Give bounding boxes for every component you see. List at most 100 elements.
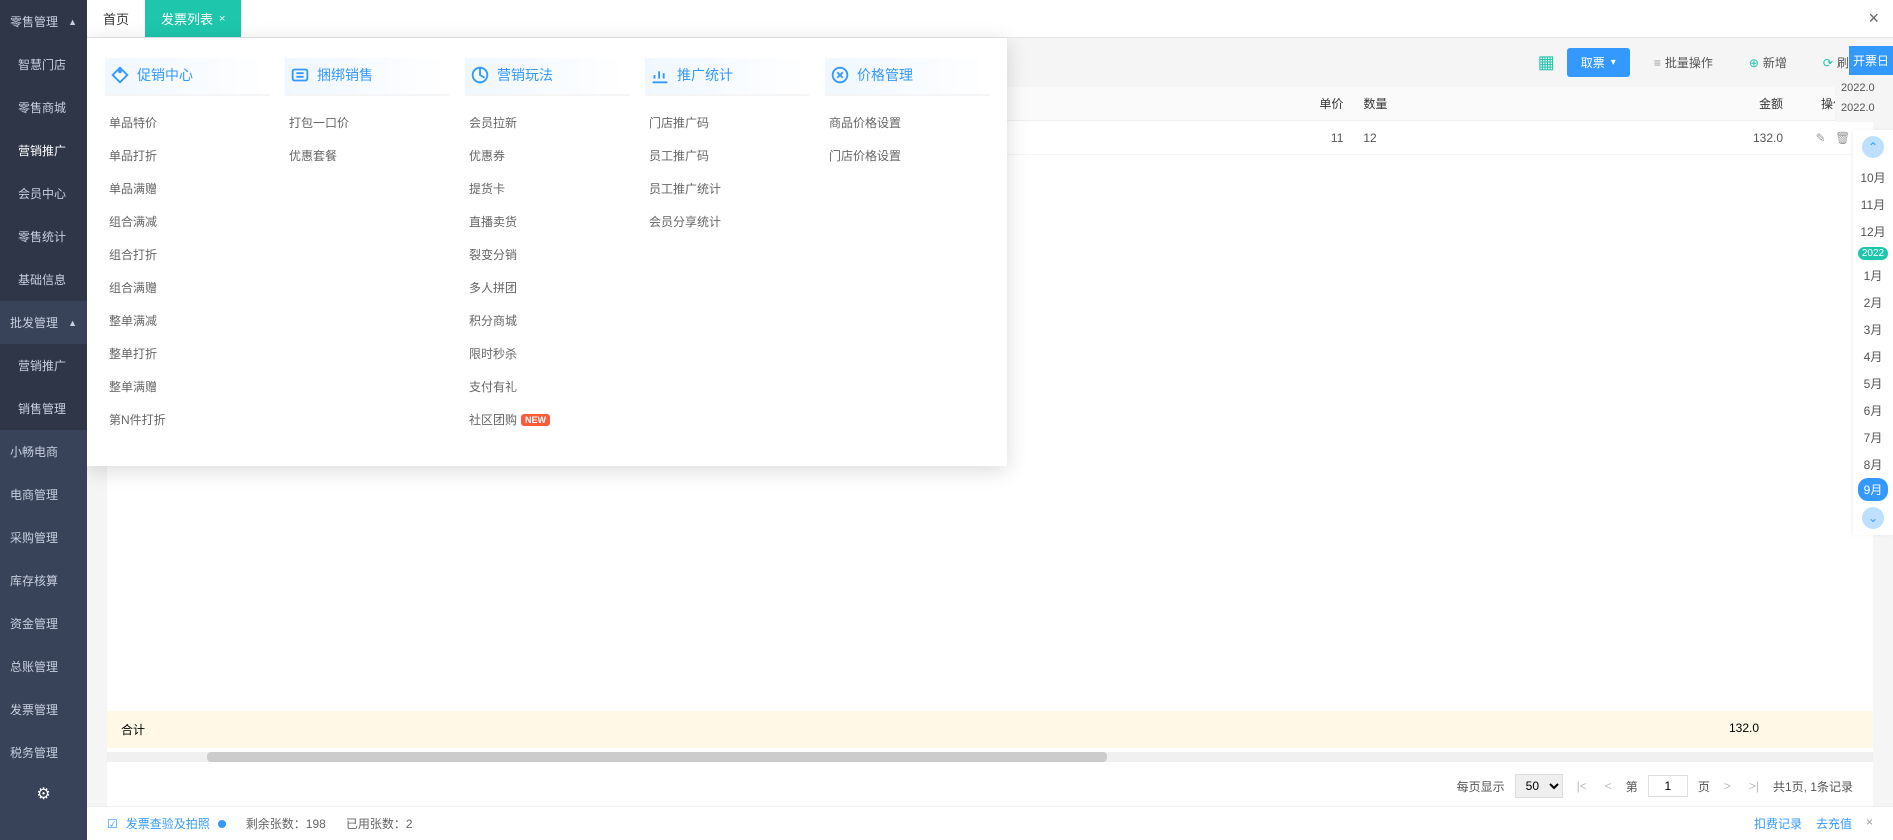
sidebar-group-funds[interactable]: 资金管理 <box>0 602 87 645</box>
mega-item[interactable]: 组合满赠 <box>105 271 269 304</box>
sidebar-group-ecommerce2[interactable]: 电商管理 <box>0 473 87 516</box>
close-icon[interactable]: × <box>219 13 225 25</box>
mega-item[interactable]: 优惠套餐 <box>285 139 449 172</box>
scroll-up-icon[interactable]: ⌃ <box>1862 136 1884 158</box>
mega-item[interactable]: 组合满减 <box>105 205 269 238</box>
chevron-down-icon: ▾ <box>1611 57 1616 68</box>
year-badge: 2022 <box>1858 247 1888 260</box>
sidebar-item-marketing[interactable]: 营销推广 <box>0 129 87 172</box>
add-button[interactable]: ⊕新增 <box>1737 49 1799 76</box>
per-page-select[interactable]: 50 <box>1515 774 1563 798</box>
tab-home[interactable]: 首页 <box>87 0 145 37</box>
mega-item[interactable]: 员工推广统计 <box>645 172 809 205</box>
month-item[interactable]: 5月 <box>1864 370 1883 397</box>
mega-item[interactable]: 限时秒杀 <box>465 337 629 370</box>
sidebar-group-tax[interactable]: 税务管理 <box>0 731 87 774</box>
mega-item[interactable]: 门店推广码 <box>645 106 809 139</box>
verify-link[interactable]: ☑ 发票查验及拍照 <box>107 815 226 832</box>
tab-invoice-list[interactable]: 发票列表× <box>145 0 241 37</box>
bulk-button[interactable]: ≡批量操作 <box>1642 49 1725 76</box>
recharge-link[interactable]: 去充值 <box>1816 815 1852 832</box>
page-input[interactable] <box>1648 775 1688 797</box>
date-option[interactable]: 2022.0 <box>1835 78 1893 98</box>
mega-header-stats: 推广统计 <box>645 58 809 96</box>
mega-item[interactable]: 打包一口价 <box>285 106 449 139</box>
summary-label: 合计 <box>121 721 221 738</box>
invoice-date-button[interactable]: 开票日 <box>1849 46 1893 75</box>
page-total: 共1页, 1条记录 <box>1773 778 1853 795</box>
month-item[interactable]: 11月 <box>1861 191 1885 218</box>
footer-close-icon[interactable]: × <box>1866 815 1873 832</box>
first-page-icon[interactable]: |< <box>1573 779 1591 793</box>
mega-item[interactable]: 单品打折 <box>105 139 269 172</box>
horizontal-scrollbar[interactable] <box>107 752 1873 762</box>
remain-count: 剩余张数：198 <box>246 815 326 832</box>
mega-item[interactable]: 整单满减 <box>105 304 269 337</box>
delete-icon[interactable]: 🗑 <box>1835 131 1850 145</box>
scroll-down-icon[interactable]: ⌄ <box>1862 507 1884 529</box>
sidebar-item-retail-mall[interactable]: 零售商城 <box>0 86 87 129</box>
sidebar-group-wholesale[interactable]: 批发管理▲ <box>0 301 87 344</box>
sidebar-group-ledger[interactable]: 总账管理 <box>0 645 87 688</box>
mega-item[interactable]: 商品价格设置 <box>825 106 989 139</box>
sidebar-item-sales-mgmt[interactable]: 销售管理 <box>0 387 87 430</box>
mega-item[interactable]: 整单打折 <box>105 337 269 370</box>
mega-item[interactable]: 支付有礼 <box>465 370 629 403</box>
month-item[interactable]: 8月 <box>1864 451 1883 478</box>
month-item[interactable]: 1月 <box>1864 262 1883 289</box>
plus-icon: ⊕ <box>1749 56 1759 70</box>
mega-item[interactable]: 单品特价 <box>105 106 269 139</box>
qr-icon[interactable]: ▦ <box>1538 52 1555 73</box>
mega-item[interactable]: 第N件打折 <box>105 403 269 436</box>
mega-item[interactable]: 会员拉新 <box>465 106 629 139</box>
mega-item[interactable]: 组合打折 <box>105 238 269 271</box>
mega-item[interactable]: 整单满赠 <box>105 370 269 403</box>
sidebar-item-wholesale-marketing[interactable]: 营销推广 <box>0 344 87 387</box>
last-page-icon[interactable]: >| <box>1745 779 1763 793</box>
mega-item[interactable]: 直播卖货 <box>465 205 629 238</box>
mega-item[interactable]: 员工推广码 <box>645 139 809 172</box>
fetch-button[interactable]: 取票▾ <box>1567 48 1630 77</box>
month-item-current[interactable]: 9月 <box>1858 478 1889 501</box>
next-page-icon[interactable]: > <box>1720 779 1735 793</box>
mega-item[interactable]: 会员分享统计 <box>645 205 809 238</box>
sidebar-group-ecommerce1[interactable]: 小畅电商 <box>0 430 87 473</box>
sidebar-item-retail-stats[interactable]: 零售统计 <box>0 215 87 258</box>
month-item[interactable]: 10月 <box>1860 164 1885 191</box>
mega-header-price: 价格管理 <box>825 58 989 96</box>
mega-item[interactable]: 门店价格设置 <box>825 139 989 172</box>
sidebar-group-retail[interactable]: 零售管理▲ <box>0 0 87 43</box>
page-suffix: 页 <box>1698 778 1710 795</box>
mega-item[interactable]: 单品满赠 <box>105 172 269 205</box>
new-badge: NEW <box>521 414 550 426</box>
summary-amount: 132.0 <box>1729 721 1759 738</box>
col-qty: 数量 <box>1353 87 1559 121</box>
sidebar-item-basic-info[interactable]: 基础信息 <box>0 258 87 301</box>
tabs-close-all[interactable]: × <box>1854 8 1893 29</box>
month-item[interactable]: 12月 <box>1860 218 1885 245</box>
mega-item[interactable]: 多人拼团 <box>465 271 629 304</box>
mega-item[interactable]: 积分商城 <box>465 304 629 337</box>
bundle-icon <box>289 64 311 86</box>
sidebar-item-member[interactable]: 会员中心 <box>0 172 87 215</box>
mega-item[interactable]: 提货卡 <box>465 172 629 205</box>
sidebar-settings[interactable]: ⚙ <box>0 774 87 814</box>
month-item[interactable]: 3月 <box>1864 316 1883 343</box>
scrollbar-thumb[interactable] <box>207 752 1107 762</box>
date-option[interactable]: 2022.0 <box>1835 98 1893 118</box>
sidebar-group-inventory[interactable]: 库存核算 <box>0 559 87 602</box>
month-item[interactable]: 6月 <box>1864 397 1883 424</box>
prev-page-icon[interactable]: < <box>1601 779 1616 793</box>
sidebar-item-smart-store[interactable]: 智慧门店 <box>0 43 87 86</box>
month-item[interactable]: 2月 <box>1864 289 1883 316</box>
mega-item[interactable]: 裂变分销 <box>465 238 629 271</box>
deduct-link[interactable]: 扣费记录 <box>1754 815 1802 832</box>
edit-icon[interactable]: ✎ <box>1816 131 1826 145</box>
mega-item[interactable]: 社区团购NEW <box>465 403 629 436</box>
month-item[interactable]: 4月 <box>1864 343 1883 370</box>
mega-item[interactable]: 优惠券 <box>465 139 629 172</box>
mega-header-promo: 促销中心 <box>105 58 269 96</box>
sidebar-group-purchase[interactable]: 采购管理 <box>0 516 87 559</box>
month-item[interactable]: 7月 <box>1864 424 1883 451</box>
sidebar-group-invoice[interactable]: 发票管理 <box>0 688 87 731</box>
